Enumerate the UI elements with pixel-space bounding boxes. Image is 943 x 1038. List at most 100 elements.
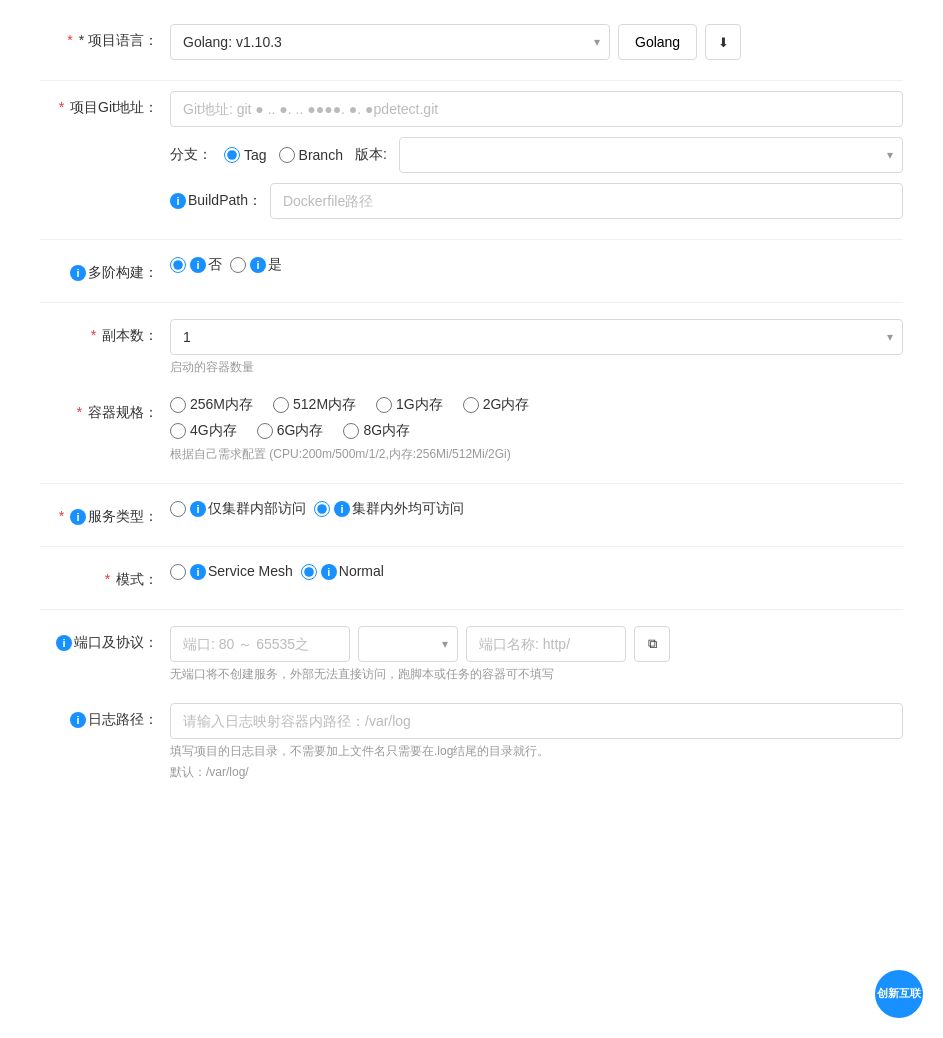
service-mesh-label[interactable]: iService Mesh (170, 563, 293, 580)
service-type-info-icon: i (70, 509, 86, 525)
spec-8g-radio[interactable] (343, 423, 359, 439)
container-spec-content: 256M内存 512M内存 1G内存 2G内存 4G内存 (170, 396, 903, 463)
service-external-text: i集群内外均可访问 (334, 500, 464, 518)
normal-mode-text: iNormal (321, 563, 384, 580)
multi-stage-label: i多阶构建： (40, 256, 170, 282)
spec-512m-text: 512M内存 (293, 396, 356, 414)
log-path-input[interactable] (170, 703, 903, 739)
container-spec-label: * 容器规格： (40, 396, 170, 422)
spec-4g-label[interactable]: 4G内存 (170, 422, 237, 440)
spec-1g-radio[interactable] (376, 397, 392, 413)
log-path-row: i日志路径： 填写项目的日志目录，不需要加上文件名只需要在.log结尾的目录就行… (40, 703, 903, 781)
spec-6g-text: 6G内存 (277, 422, 324, 440)
spec-4g-radio[interactable] (170, 423, 186, 439)
golang-button[interactable]: Golang (618, 24, 697, 60)
spec-2g-radio[interactable] (463, 397, 479, 413)
service-external-label[interactable]: i集群内外均可访问 (314, 500, 464, 518)
multi-stage-yes-label[interactable]: i是 (230, 256, 282, 274)
container-spec-row: * 容器规格： 256M内存 512M内存 1G内存 2G内存 (40, 396, 903, 463)
spec-1g-label[interactable]: 1G内存 (376, 396, 443, 414)
port-row: i端口及协议： ⧉ 无端口将不创建服务，外部无法直接访问，跑脚本或任务的容器可不… (40, 626, 903, 683)
protocol-select[interactable] (358, 626, 458, 662)
branch-radio-label[interactable]: Branch (279, 147, 343, 163)
container-spec-row2: 4G内存 6G内存 8G内存 (170, 422, 903, 440)
language-row: * * 项目语言： Golang: v1.10.3 Golang ⬇ (40, 24, 903, 60)
port-label: i端口及协议： (40, 626, 170, 652)
language-content: Golang: v1.10.3 Golang ⬇ (170, 24, 903, 60)
normal-mode-radio[interactable] (301, 564, 317, 580)
spec-6g-label[interactable]: 6G内存 (257, 422, 324, 440)
mode-label: * 模式： (40, 563, 170, 589)
multi-stage-info-icon: i (70, 265, 86, 281)
port-input-row: ⧉ (170, 626, 903, 662)
replicas-select[interactable]: 1 (170, 319, 903, 355)
service-external-radio[interactable] (314, 501, 330, 517)
git-url-input[interactable] (170, 91, 903, 127)
service-type-label: * i服务类型： (40, 500, 170, 526)
port-copy-button[interactable]: ⧉ (634, 626, 670, 662)
git-url-label: * 项目Git地址： (40, 91, 170, 117)
branch-radio[interactable] (279, 147, 295, 163)
multi-stage-row: i多阶构建： i否 i是 (40, 256, 903, 282)
protocol-select-wrapper (358, 626, 458, 662)
log-path-label: i日志路径： (40, 703, 170, 729)
spec-512m-label[interactable]: 512M内存 (273, 396, 356, 414)
branch-prefix-label: 分支： (170, 146, 212, 164)
replicas-content: 1 启动的容器数量 (170, 319, 903, 376)
service-mesh-radio[interactable] (170, 564, 186, 580)
service-internal-label[interactable]: i仅集群内部访问 (170, 500, 306, 518)
spec-2g-text: 2G内存 (483, 396, 530, 414)
spec-512m-radio[interactable] (273, 397, 289, 413)
service-mesh-text: iService Mesh (190, 563, 293, 580)
service-internal-radio[interactable] (170, 501, 186, 517)
log-path-info-icon: i (70, 712, 86, 728)
build-path-input[interactable] (270, 183, 903, 219)
replicas-row: * 副本数： 1 启动的容器数量 (40, 319, 903, 376)
normal-mode-label[interactable]: iNormal (301, 563, 384, 580)
multi-stage-content: i否 i是 (170, 256, 903, 274)
multi-stage-no-text: i否 (190, 256, 222, 274)
port-info-icon: i (56, 635, 72, 651)
replicas-label: * 副本数： (40, 319, 170, 345)
spec-4g-text: 4G内存 (190, 422, 237, 440)
spec-2g-label[interactable]: 2G内存 (463, 396, 530, 414)
port-number-input[interactable] (170, 626, 350, 662)
tag-label: Tag (244, 147, 267, 163)
log-path-content: 填写项目的日志目录，不需要加上文件名只需要在.log结尾的目录就行。 默认：/v… (170, 703, 903, 781)
git-url-content: 分支： Tag Branch 版本: (170, 91, 903, 219)
version-select[interactable] (399, 137, 903, 173)
container-spec-row1: 256M内存 512M内存 1G内存 2G内存 (170, 396, 903, 414)
language-select-wrapper: Golang: v1.10.3 (170, 24, 610, 60)
build-path-info-icon: i (170, 193, 186, 209)
port-name-input[interactable] (466, 626, 626, 662)
port-hint: 无端口将不创建服务，外部无法直接访问，跑脚本或任务的容器可不填写 (170, 666, 903, 683)
multi-stage-no-label[interactable]: i否 (170, 256, 222, 274)
multi-stage-no-radio[interactable] (170, 257, 186, 273)
download-button[interactable]: ⬇ (705, 24, 741, 60)
spec-8g-label[interactable]: 8G内存 (343, 422, 410, 440)
copy-icon: ⧉ (648, 636, 657, 652)
tag-radio[interactable] (224, 147, 240, 163)
multi-stage-yes-radio[interactable] (230, 257, 246, 273)
spec-6g-radio[interactable] (257, 423, 273, 439)
git-url-row: * 项目Git地址： 分支： Tag Branch 版本: (40, 91, 903, 219)
spec-256m-label[interactable]: 256M内存 (170, 396, 253, 414)
version-select-wrapper (399, 137, 903, 173)
build-path-label: iBuildPath： (170, 192, 262, 210)
spec-256m-text: 256M内存 (190, 396, 253, 414)
spec-256m-radio[interactable] (170, 397, 186, 413)
branch-row: 分支： Tag Branch 版本: (170, 137, 903, 173)
version-label: 版本: (355, 146, 387, 164)
container-spec-hint: 根据自己需求配置 (CPU:200m/500m/1/2,内存:256Mi/512… (170, 446, 903, 463)
download-icon: ⬇ (718, 35, 729, 50)
spec-8g-text: 8G内存 (363, 422, 410, 440)
mode-row: * 模式： iService Mesh iNormal (40, 563, 903, 589)
branch-label: Branch (299, 147, 343, 163)
spec-1g-text: 1G内存 (396, 396, 443, 414)
log-path-hint2: 默认：/var/log/ (170, 764, 903, 781)
replicas-select-wrapper: 1 (170, 319, 903, 355)
port-content: ⧉ 无端口将不创建服务，外部无法直接访问，跑脚本或任务的容器可不填写 (170, 626, 903, 683)
language-select[interactable]: Golang: v1.10.3 (170, 24, 610, 60)
tag-radio-label[interactable]: Tag (224, 147, 267, 163)
multi-stage-yes-text: i是 (250, 256, 282, 274)
